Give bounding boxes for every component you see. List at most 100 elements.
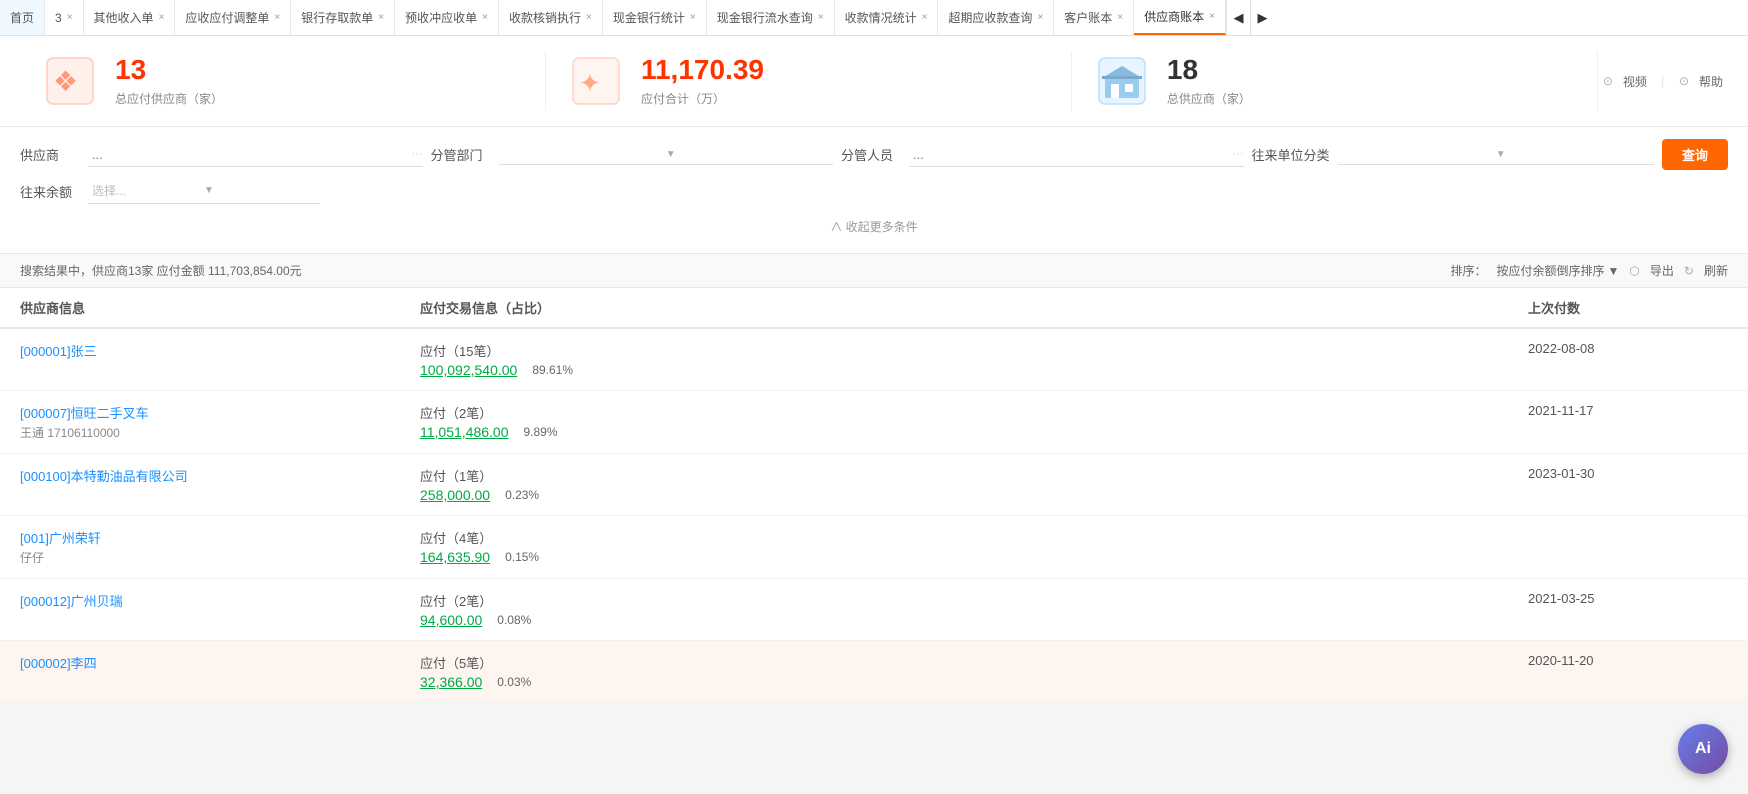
dept-select-wrapper[interactable]: ▼ [499, 145, 834, 165]
nav-tab-bank-deposit-label: 银行存取款单 [301, 9, 373, 26]
supplier-sub-1: 王通 17106110000 [20, 424, 420, 441]
person-input[interactable] [909, 143, 1233, 166]
table-row: [000007]恒旺二手叉车 王通 17106110000 应付（2笔） 11,… [0, 391, 1748, 454]
result-actions: 排序： 按应付余额倒序排序 ▼ ⬡ 导出 ↻ 刷新 [1451, 262, 1729, 279]
nav-tab-customer-ledger-label: 客户账本 [1064, 9, 1112, 26]
stat-payable-label: 应付合计（万） [641, 90, 764, 107]
supplier-link-3[interactable]: [001]广州荣轩 [20, 531, 101, 546]
tx-amount-2[interactable]: 258,000.00 [420, 487, 490, 503]
nav-tab-customer-ledger[interactable]: 客户账本 × [1054, 0, 1134, 35]
svg-text:✦: ✦ [579, 68, 601, 98]
query-button[interactable]: 查询 [1662, 139, 1728, 170]
filter-person: 分管人员 ··· [841, 143, 1244, 167]
sort-arrow-icon: ▼ [1608, 264, 1620, 278]
nav-tab-3-close[interactable]: × [67, 12, 73, 23]
ai-button[interactable]: Ai [1678, 724, 1728, 774]
nav-arrow-left[interactable]: ◀ [1226, 0, 1250, 36]
refresh-button[interactable]: 刷新 [1704, 262, 1728, 279]
supplier-ellipsis-icon[interactable]: ··· [412, 148, 423, 160]
nav-tab-collection-verify-close[interactable]: × [586, 12, 592, 23]
nav-tab-advance-receivable-close[interactable]: × [482, 12, 488, 23]
balance-select-wrapper[interactable]: 选择... ▼ [88, 178, 320, 204]
col-supplier-info: 供应商信息 [20, 298, 420, 317]
balance-select-value: 选择... [92, 182, 204, 199]
tx-label-2: 应付（1笔） [420, 466, 1528, 485]
supplier-link-0[interactable]: [000001]张三 [20, 344, 97, 359]
nav-tab-ar-ap-adjust[interactable]: 应收应付调整单 × [175, 0, 291, 35]
nav-tab-customer-ledger-close[interactable]: × [1117, 12, 1123, 23]
export-button[interactable]: 导出 [1650, 262, 1674, 279]
supplier-link-4[interactable]: [000012]广州贝瑞 [20, 594, 123, 609]
filter-category-label: 往来单位分类 [1252, 145, 1330, 164]
nav-tab-overdue-receivable-close[interactable]: × [1037, 12, 1043, 23]
last-pay-2: 2023-01-30 [1528, 466, 1728, 481]
collapse-bar[interactable]: ∧ 收起更多条件 [20, 212, 1728, 241]
tx-amount-1[interactable]: 11,051,486.00 [420, 424, 509, 440]
col-tx-info: 应付交易信息（占比） [420, 298, 1528, 317]
tx-amount-0[interactable]: 100,092,540.00 [420, 362, 517, 378]
tx-info-2: 应付（1笔） 258,000.00 0.23% [420, 466, 1528, 503]
nav-tab-advance-receivable[interactable]: 预收冲应收单 × [395, 0, 499, 35]
nav-tab-collection-stats-label: 收款情况统计 [845, 9, 917, 26]
video-icon: ⊙ [1603, 74, 1613, 88]
nav-tab-cash-bank-flow-close[interactable]: × [818, 12, 824, 23]
nav-tab-cash-bank-flow-label: 现金银行流水查询 [717, 9, 813, 26]
filter-supplier-label: 供应商 [20, 145, 80, 164]
nav-tab-collection-verify[interactable]: 收款核销执行 × [499, 0, 603, 35]
nav-tab-cash-bank-flow[interactable]: 现金银行流水查询 × [707, 0, 835, 35]
nav-tab-ar-ap-adjust-close[interactable]: × [274, 12, 280, 23]
nav-tab-cash-bank-stats-label: 现金银行统计 [613, 9, 685, 26]
nav-tab-bank-deposit[interactable]: 银行存取款单 × [291, 0, 395, 35]
nav-tab-overdue-receivable-label: 超期应收款查询 [948, 9, 1032, 26]
tx-label-1: 应付（2笔） [420, 403, 1528, 422]
supplier-link-2[interactable]: [000100]本特勤油品有限公司 [20, 469, 188, 484]
stat-total-suppliers-value: 18 [1167, 55, 1251, 86]
stat-total-payable-content: 11,170.39 应付合计（万） [641, 55, 764, 107]
nav-tab-home[interactable]: 首页 [0, 0, 45, 35]
supplier-link-5[interactable]: [000002]李四 [20, 656, 97, 671]
person-ellipsis-icon[interactable]: ··· [1233, 148, 1244, 160]
nav-arrow-right[interactable]: ▶ [1250, 0, 1274, 36]
tx-amount-3[interactable]: 164,635.90 [420, 549, 490, 565]
table-row: [001]广州荣轩 仔仔 应付（4笔） 164,635.90 0.15% [0, 516, 1748, 579]
nav-tab-overdue-receivable[interactable]: 超期应收款查询 × [938, 0, 1054, 35]
tx-amount-5[interactable]: 32,366.00 [420, 674, 482, 690]
nav-tab-other-income[interactable]: 其他收入单 × [84, 0, 176, 35]
result-summary: 搜索结果中，供应商13家 应付金额 111,703,854.00元 [20, 262, 302, 279]
stat-total-ap-suppliers-content: 13 总应付供应商（家） [115, 55, 223, 107]
sort-button[interactable]: 按应付余额倒序排序 ▼ [1497, 262, 1620, 279]
supplier-input[interactable] [88, 143, 412, 166]
table-header: 供应商信息 应付交易信息（占比） 上次付数 [0, 288, 1748, 329]
video-link[interactable]: 视频 [1623, 73, 1647, 90]
header-links: ⊙ 视频 ｜ ⊙ 帮助 [1598, 73, 1728, 90]
nav-tab-supplier-ledger-label: 供应商账本 [1144, 8, 1204, 25]
tx-percent-4: 0.08% [497, 613, 531, 627]
nav-tab-3[interactable]: 3 × [45, 0, 84, 35]
supplier-link-1[interactable]: [000007]恒旺二手叉车 [20, 406, 149, 421]
refresh-icon: ↻ [1684, 264, 1694, 278]
tx-info-3: 应付（4笔） 164,635.90 0.15% [420, 528, 1528, 565]
nav-tab-collection-stats[interactable]: 收款情况统计 × [835, 0, 939, 35]
last-pay-5: 2020-11-20 [1528, 653, 1728, 668]
filter-row-2: 往来余额 选择... ▼ [20, 178, 1728, 204]
nav-tab-collection-stats-close[interactable]: × [922, 12, 928, 23]
help-link[interactable]: 帮助 [1699, 73, 1723, 90]
tx-label-3: 应付（4笔） [420, 528, 1528, 547]
supplier-info-4: [000012]广州贝瑞 [20, 591, 420, 610]
tx-row-0: 100,092,540.00 89.61% [420, 362, 1528, 378]
filter-category: 往来单位分类 ▼ [1252, 145, 1655, 165]
header-stats: ❖ 13 总应付供应商（家） ✦ 11,170.39 应付合计（万） [0, 36, 1748, 127]
person-input-wrapper: ··· [909, 143, 1244, 167]
nav-tab-advance-receivable-label: 预收冲应收单 [405, 9, 477, 26]
nav-tab-other-income-label: 其他收入单 [94, 9, 154, 26]
tx-label-4: 应付（2笔） [420, 591, 1528, 610]
nav-tab-other-income-close[interactable]: × [159, 12, 165, 23]
supplier-info-5: [000002]李四 [20, 653, 420, 672]
nav-tab-supplier-ledger-close[interactable]: × [1209, 11, 1215, 22]
nav-tab-cash-bank-stats-close[interactable]: × [690, 12, 696, 23]
tx-amount-4[interactable]: 94,600.00 [420, 612, 482, 628]
nav-tab-cash-bank-stats[interactable]: 现金银行统计 × [603, 0, 707, 35]
category-select-wrapper[interactable]: ▼ [1338, 145, 1654, 165]
nav-tab-supplier-ledger[interactable]: 供应商账本 × [1134, 0, 1226, 35]
nav-tab-bank-deposit-close[interactable]: × [378, 12, 384, 23]
